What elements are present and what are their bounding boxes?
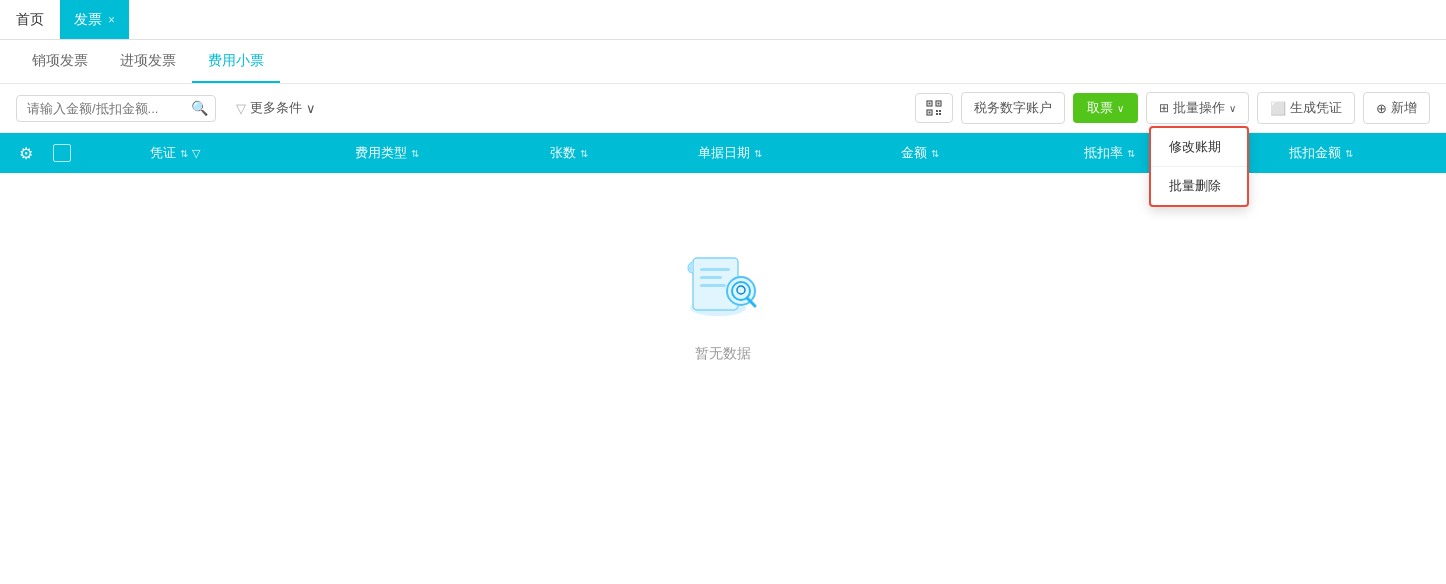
action-right: 税务数字账户 取票 ∨ ⊞ 批量操作 ∨ 修改账期 [915, 92, 1430, 124]
sub-tabs-bar: 销项发票 进项发票 费用小票 [0, 40, 1446, 84]
gen-voucher-icon: ⬜ [1270, 101, 1286, 116]
top-action-row: 🔍 ▽ 更多条件 ∨ [0, 84, 1446, 133]
search-wrap: 🔍 [16, 95, 216, 122]
batch-op-dropdown: 修改账期 批量删除 [1149, 126, 1249, 207]
col-checkbox[interactable] [44, 144, 80, 162]
col-settings[interactable]: ⚙ [8, 144, 44, 163]
count-sort-icon[interactable]: ⇅ [580, 148, 588, 159]
search-icon[interactable]: 🔍 [191, 100, 208, 116]
tax-account-btn[interactable]: 税务数字账户 [961, 92, 1065, 124]
more-filter-btn[interactable]: ▽ 更多条件 ∨ [228, 95, 324, 121]
col-expense-type: 费用类型 ⇅ [270, 144, 503, 162]
col-count: 张数 ⇅ [503, 144, 635, 162]
nav-tab-invoice[interactable]: 发票 × [60, 0, 129, 39]
add-label: 新增 [1391, 99, 1417, 117]
col-date: 单据日期 ⇅ [635, 144, 825, 162]
svg-rect-8 [936, 113, 938, 115]
close-tab-icon[interactable]: × [108, 13, 115, 27]
action-left: 🔍 ▽ 更多条件 ∨ [16, 95, 324, 122]
empty-illustration [673, 233, 773, 333]
svg-rect-15 [700, 284, 726, 287]
nav-tab-label: 发票 [74, 11, 102, 29]
svg-rect-3 [938, 103, 940, 105]
sub-tabs-left: 销项发票 进项发票 费用小票 [16, 40, 280, 83]
dropdown-item-batch-delete[interactable]: 批量删除 [1151, 167, 1247, 205]
svg-rect-6 [936, 110, 938, 112]
deduct-amount-sort-icon[interactable]: ⇅ [1345, 148, 1353, 159]
batch-op-wrap: ⊞ 批量操作 ∨ 修改账期 批量删除 [1146, 92, 1249, 124]
svg-rect-1 [929, 103, 931, 105]
svg-rect-13 [700, 268, 730, 271]
search-input[interactable] [16, 95, 216, 122]
header-checkbox[interactable] [53, 144, 71, 162]
deduct-rate-sort-icon[interactable]: ⇅ [1127, 148, 1135, 159]
tab-sales-invoice[interactable]: 销项发票 [16, 40, 104, 83]
svg-rect-14 [700, 276, 722, 279]
tab-purchase-invoice[interactable]: 进项发票 [104, 40, 192, 83]
nav-home[interactable]: 首页 [0, 0, 60, 39]
gen-voucher-label: 生成凭证 [1290, 99, 1342, 117]
take-invoice-chevron: ∨ [1117, 103, 1124, 114]
voucher-filter-icon[interactable]: ▽ [192, 147, 200, 160]
svg-rect-9 [939, 113, 941, 115]
take-invoice-btn[interactable]: 取票 ∨ [1073, 93, 1138, 123]
svg-rect-5 [929, 112, 931, 114]
settings-icon[interactable]: ⚙ [19, 144, 33, 163]
voucher-sort-icon[interactable]: ⇅ [180, 148, 188, 159]
svg-rect-7 [939, 110, 941, 112]
filter-icon: ▽ [236, 101, 246, 116]
col-amount: 金额 ⇅ [825, 144, 1015, 162]
qr-icon [926, 100, 942, 116]
batch-op-icon: ⊞ [1159, 101, 1169, 115]
amount-sort-icon[interactable]: ⇅ [931, 148, 939, 159]
empty-text: 暂无数据 [695, 345, 751, 363]
add-btn[interactable]: ⊕ 新增 [1363, 92, 1430, 124]
add-icon: ⊕ [1376, 101, 1387, 116]
tax-account-label: 税务数字账户 [974, 99, 1052, 117]
expense-type-sort-icon[interactable]: ⇅ [411, 148, 419, 159]
batch-op-btn[interactable]: ⊞ 批量操作 ∨ [1146, 92, 1249, 124]
qr-code-btn[interactable] [915, 93, 953, 123]
empty-state: 暂无数据 [0, 173, 1446, 403]
tab-expense-receipt[interactable]: 费用小票 [192, 40, 280, 83]
batch-op-label: 批量操作 [1173, 99, 1225, 117]
top-nav: 首页 发票 × [0, 0, 1446, 40]
page-content: 销项发票 进项发票 费用小票 🔍 ▽ 更多条件 ∨ [0, 40, 1446, 584]
col-voucher: 凭证 ⇅ ▽ [80, 144, 270, 162]
filter-chevron: ∨ [306, 101, 316, 116]
filter-label: 更多条件 [250, 99, 302, 117]
date-sort-icon[interactable]: ⇅ [754, 148, 762, 159]
batch-op-chevron: ∨ [1229, 103, 1236, 114]
gen-voucher-btn[interactable]: ⬜ 生成凭证 [1257, 92, 1355, 124]
dropdown-item-modify-period[interactable]: 修改账期 [1151, 128, 1247, 166]
take-invoice-label: 取票 [1087, 99, 1113, 117]
